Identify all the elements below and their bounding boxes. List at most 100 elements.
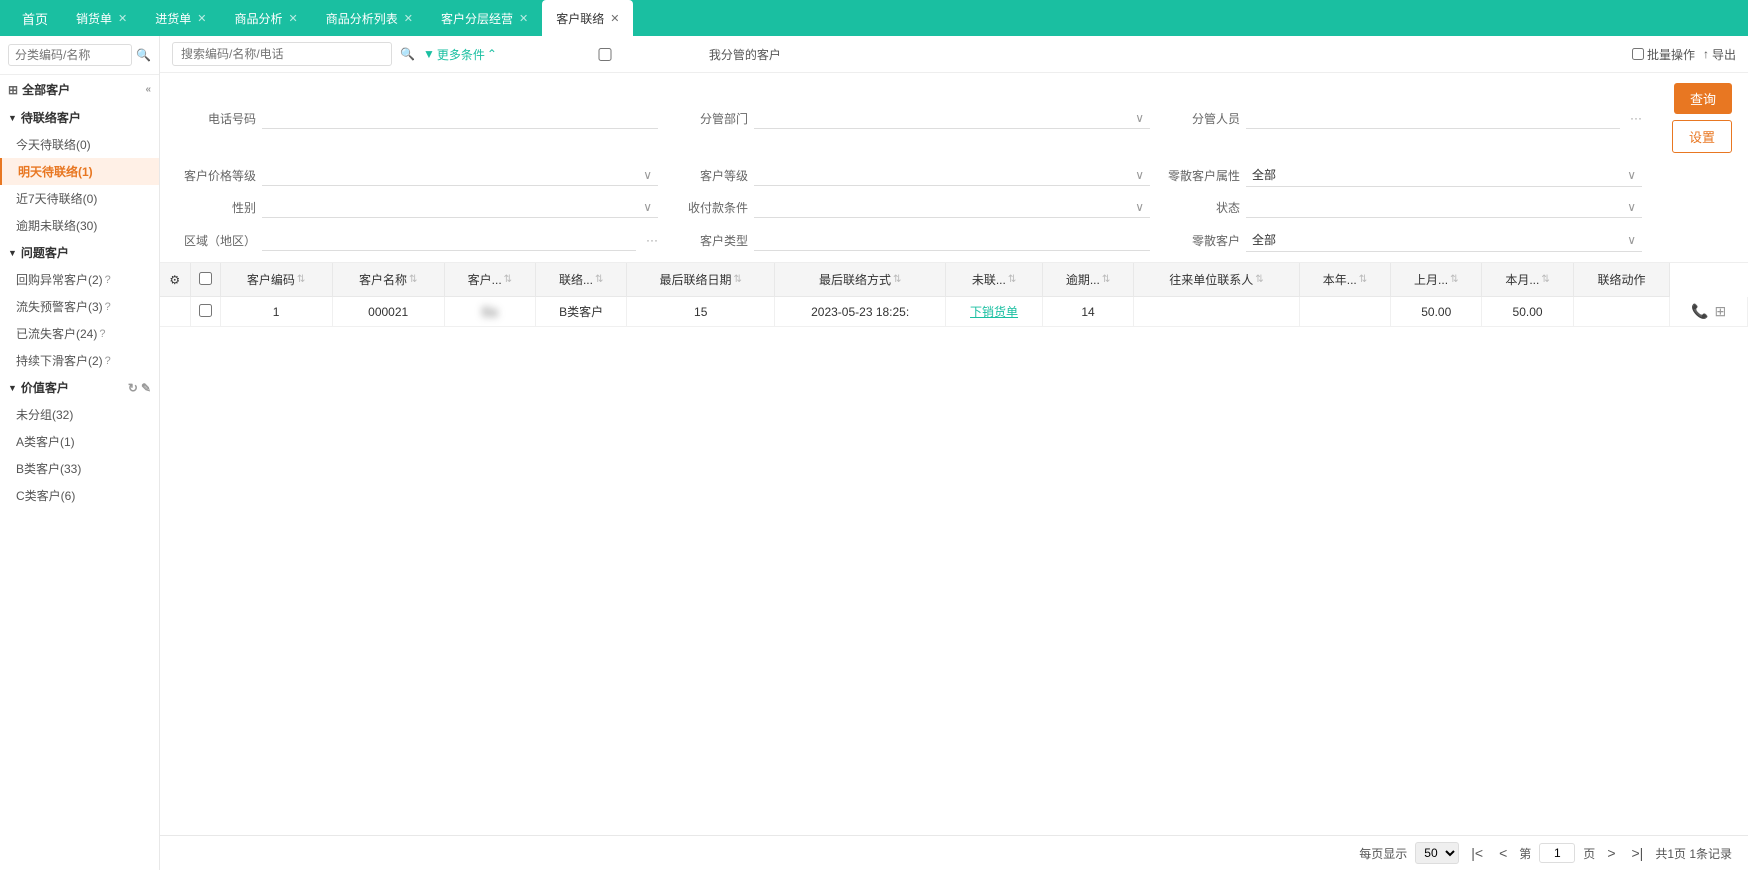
sidebar-item-declining[interactable]: 持续下滑客户(2) ? (0, 347, 159, 374)
nav-goods-list[interactable]: 商品分析列表 ✕ (312, 0, 427, 36)
next-page-btn[interactable]: > (1603, 843, 1619, 863)
sidebar-item-tomorrow-pending[interactable]: 明天待联络(1) (0, 158, 159, 185)
close-sales-tab[interactable]: ✕ (118, 12, 127, 25)
dept-label: 分管部门 (668, 110, 748, 127)
sidebar-item-7day-pending[interactable]: 近7天待联络(0) (0, 185, 159, 212)
edit-icon[interactable]: ✎ (141, 381, 151, 395)
sidebar-item-a-class[interactable]: A类客户(1) (0, 428, 159, 455)
close-customer-tier-tab[interactable]: ✕ (519, 12, 528, 25)
person-input[interactable] (1246, 108, 1620, 129)
payment-label: 收付款条件 (668, 199, 748, 216)
th-checkbox[interactable] (190, 263, 220, 297)
caret-icon2: ∨ (643, 168, 652, 182)
close-goods-list-tab[interactable]: ✕ (404, 12, 413, 25)
nav-customer-tier[interactable]: 客户分层经营 ✕ (427, 0, 542, 36)
query-button[interactable]: 查询 (1674, 83, 1732, 114)
filter-row-1: 电话号码 分管部门 ∨ 分管人员 ··· 查询 设置 (176, 83, 1732, 153)
row-qr-icon[interactable]: ⊞ (1715, 303, 1727, 320)
cust-type-input[interactable] (754, 230, 1150, 251)
retail-attr-select[interactable]: 全部 ∨ (1246, 163, 1642, 187)
th-not-contacted[interactable]: 未联...⇅ (946, 263, 1043, 297)
refresh-icon[interactable]: ↻ (128, 381, 138, 395)
sidebar-item-ungrouped[interactable]: 未分组(32) (0, 401, 159, 428)
row-checkbox[interactable] (190, 297, 220, 327)
close-customer-contact-tab[interactable]: ✕ (610, 12, 619, 25)
problem-section-title[interactable]: ▼ 问题客户 (0, 239, 159, 266)
more-conditions-btn[interactable]: ▼ 更多条件 ⌃ (423, 46, 497, 63)
th-contact-count[interactable]: 联络...⇅ (536, 263, 627, 297)
region-input[interactable] (262, 230, 636, 251)
sidebar-item-churn-warning[interactable]: 流失预警客户(3) ? (0, 293, 159, 320)
pending-section-title[interactable]: ▼ 待联络客户 (0, 104, 159, 131)
table-row: 1 000021 Ea B类客户 15 2023-05-23 18:25: 下销… (160, 297, 1748, 327)
nav-home[interactable]: 首页 (8, 0, 62, 36)
per-page-select[interactable]: 50 (1415, 842, 1459, 864)
sidebar-search-icon[interactable]: 🔍 (136, 48, 151, 62)
th-last-month[interactable]: 上月...⇅ (1391, 263, 1482, 297)
th-type[interactable]: 客户...⇅ (444, 263, 535, 297)
th-last-date[interactable]: 最后联络日期⇅ (627, 263, 775, 297)
sidebar-item-b-class[interactable]: B类客户(33) (0, 455, 159, 482)
my-customers-checkbox[interactable]: 我分管的客户 (505, 46, 781, 63)
batch-op-btn[interactable]: 批量操作 (1632, 46, 1695, 63)
th-company-contact[interactable]: 往来单位联系人⇅ (1134, 263, 1300, 297)
th-code[interactable]: 客户编码⇅ (220, 263, 332, 297)
sidebar-item-abnormal-repurchase[interactable]: 回购异常客户(2) ? (0, 266, 159, 293)
sort-icon-type: ⇅ (504, 274, 512, 285)
batch-op-checkbox[interactable] (1632, 48, 1644, 60)
prev-page-btn[interactable]: < (1495, 843, 1511, 863)
reset-button[interactable]: 设置 (1672, 120, 1732, 153)
sidebar-item-c-class[interactable]: C类客户(6) (0, 482, 159, 509)
sidebar-item-today-pending[interactable]: 今天待联络(0) (0, 131, 159, 158)
th-gear[interactable]: ⚙ (160, 263, 190, 297)
advanced-filters: 电话号码 分管部门 ∨ 分管人员 ··· 查询 设置 (160, 73, 1748, 263)
caret-icon3: ∨ (1135, 168, 1144, 182)
phone-input[interactable] (262, 108, 658, 129)
th-last-method[interactable]: 最后联络方式⇅ (775, 263, 946, 297)
filter-search-icon[interactable]: 🔍 (400, 47, 415, 61)
page-number-input[interactable] (1539, 843, 1575, 863)
cust-price-select[interactable]: ∨ (262, 165, 658, 186)
row-last-method[interactable]: 下销货单 (946, 297, 1043, 327)
cust-level-select[interactable]: ∨ (754, 165, 1150, 186)
first-page-btn[interactable]: |< (1467, 843, 1487, 863)
per-page-label: 每页显示 (1359, 845, 1407, 862)
select-all-checkbox[interactable] (199, 272, 212, 285)
all-customers-label[interactable]: ⊞ 全部客户 « (0, 75, 159, 104)
status-select[interactable]: ∨ (1246, 197, 1642, 218)
sidebar-item-overdue-pending[interactable]: 逾期未联络(30) (0, 212, 159, 239)
gender-select[interactable]: ∨ (262, 197, 658, 218)
payment-select[interactable]: ∨ (754, 197, 1150, 218)
retail-cust-select[interactable]: 全部 ∨ (1246, 228, 1642, 252)
nav-goods-analysis[interactable]: 商品分析 ✕ (220, 0, 311, 36)
sidebar-search-input[interactable] (8, 44, 132, 66)
page-label: 第 (1519, 845, 1531, 862)
sort-icon-name: ⇅ (409, 274, 417, 285)
help-icon0: ? (105, 274, 111, 286)
th-this-month[interactable]: 本月...⇅ (1482, 263, 1573, 297)
customer-table: ⚙ 客户编码⇅ 客户名称⇅ 客户...⇅ 联络...⇅ (160, 263, 1748, 327)
nav-purchase[interactable]: 进货单 ✕ (141, 0, 220, 36)
content-area: 🔍 ▼ 更多条件 ⌃ 我分管的客户 批量操作 ↑ 导出 (160, 36, 1748, 870)
th-name[interactable]: 客户名称⇅ (332, 263, 444, 297)
dept-select[interactable]: ∨ (754, 108, 1150, 129)
my-customers-check-input[interactable] (505, 48, 705, 61)
nav-customer-contact[interactable]: 客户联络 ✕ (542, 0, 633, 36)
collapse-icon[interactable]: « (145, 84, 151, 95)
row-phone-icon[interactable]: 📞 (1691, 303, 1708, 320)
row-select-checkbox[interactable] (199, 304, 212, 317)
page-unit: 页 (1583, 845, 1595, 862)
close-purchase-tab[interactable]: ✕ (197, 12, 206, 25)
th-this-year[interactable]: 本年...⇅ (1299, 263, 1390, 297)
value-section-title[interactable]: ▼ 价值客户 ↻ ✎ (0, 374, 159, 401)
region-ellipsis[interactable]: ··· (646, 233, 658, 247)
nav-sales[interactable]: 销货单 ✕ (62, 0, 141, 36)
last-page-btn[interactable]: >| (1628, 843, 1648, 863)
close-goods-analysis-tab[interactable]: ✕ (289, 12, 298, 25)
sidebar-item-churned[interactable]: 已流失客户(24) ? (0, 320, 159, 347)
retail-cust-field: 零散客户 全部 ∨ (1160, 228, 1642, 252)
search-input[interactable] (172, 42, 392, 66)
person-ellipsis[interactable]: ··· (1630, 111, 1642, 125)
export-btn[interactable]: ↑ 导出 (1703, 46, 1736, 63)
th-overdue[interactable]: 逾期...⇅ (1042, 263, 1133, 297)
